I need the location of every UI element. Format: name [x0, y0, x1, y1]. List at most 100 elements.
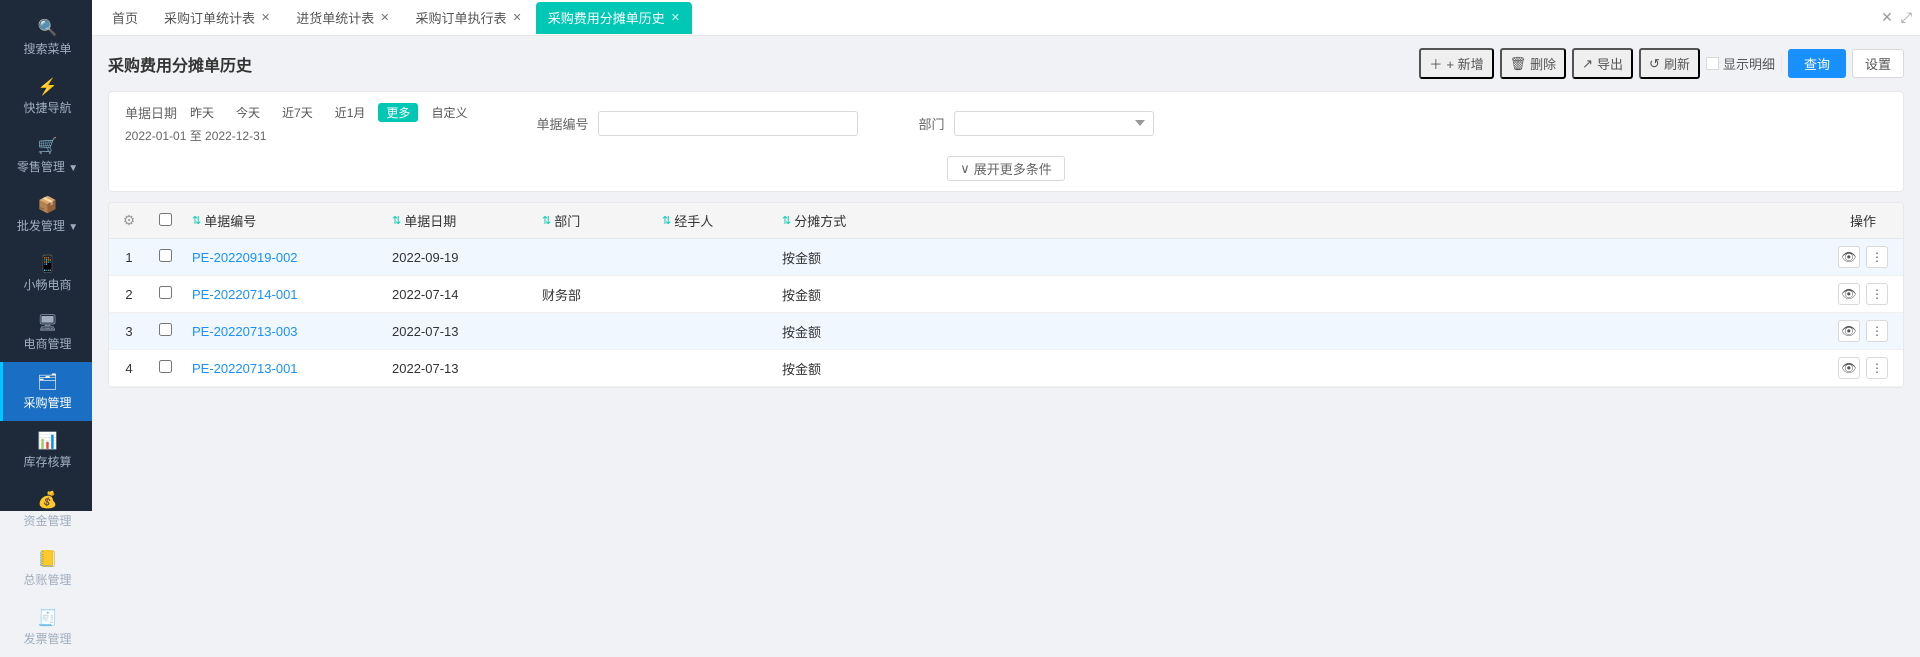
sidebar-item-search[interactable]: 🔍 搜索菜单: [0, 8, 92, 67]
date-btn-1month[interactable]: 近1月: [326, 102, 375, 123]
row-method: 按金额: [772, 239, 1823, 276]
row-seq: 1: [109, 239, 149, 276]
tab-purchase-cost-history[interactable]: 采购费用分摊单历史 ✕: [536, 2, 692, 34]
sidebar-item-ledger[interactable]: 📒 总账管理: [0, 539, 92, 598]
row-dept: 财务部: [532, 276, 652, 313]
table-body: 1 PE-20220919-002 2022-09-19 按金额 👁 ⋮ 2: [109, 239, 1903, 387]
table-row: 2 PE-20220714-001 2022-07-14 财务部 按金额 👁 ⋮: [109, 276, 1903, 313]
row-checkbox[interactable]: [159, 249, 172, 262]
date-btn-more[interactable]: 更多: [378, 103, 418, 122]
date-btn-custom[interactable]: 自定义: [422, 102, 476, 123]
close-icon[interactable]: ✕: [513, 11, 522, 24]
order-no-link[interactable]: PE-20220713-003: [192, 324, 298, 339]
order-no-input[interactable]: [598, 111, 858, 136]
sidebar-item-finance[interactable]: 💰 资金管理: [0, 480, 92, 539]
export-icon: ↗: [1582, 56, 1593, 72]
sidebar-item-retail[interactable]: 🛒 零售管理 ▼: [0, 126, 92, 185]
refresh-button[interactable]: ↺ 刷新: [1639, 48, 1700, 79]
row-seq: 3: [109, 313, 149, 350]
table: ⚙ ⇅ 单据编号 ⇅: [109, 203, 1903, 387]
view-icon[interactable]: 👁: [1838, 283, 1860, 305]
th-handler: ⇅ 经手人: [652, 203, 772, 239]
row-checkbox-cell: [149, 276, 182, 313]
setting-button[interactable]: 设置: [1852, 49, 1904, 78]
sort-icon[interactable]: ⇅: [192, 214, 201, 227]
tab-purchase-order-exec[interactable]: 采购订单执行表 ✕: [403, 2, 533, 34]
order-no-link[interactable]: PE-20220714-001: [192, 287, 298, 302]
sidebar-item-wholesale[interactable]: 📦 批发管理 ▼: [0, 185, 92, 244]
row-action: 👁 ⋮: [1823, 276, 1903, 313]
more-icon[interactable]: ⋮: [1866, 283, 1888, 305]
wholesale-icon: 📦: [7, 195, 88, 215]
row-dept: [532, 239, 652, 276]
order-no-link[interactable]: PE-20220919-002: [192, 250, 298, 265]
date-buttons: 昨天 今天 近7天 近1月 更多 自定义: [181, 102, 476, 123]
mobile-icon: 📱: [7, 254, 88, 274]
expand-row: ∨ 展开更多条件: [125, 150, 1887, 181]
view-icon[interactable]: 👁: [1838, 357, 1860, 379]
sort-icon[interactable]: ⇅: [542, 214, 551, 227]
row-checkbox[interactable]: [159, 286, 172, 299]
export-button[interactable]: ↗ 导出: [1572, 48, 1633, 79]
sort-icon[interactable]: ⇅: [662, 214, 671, 227]
row-checkbox[interactable]: [159, 360, 172, 373]
tab-bar: 首页 采购订单统计表 ✕ 进货单统计表 ✕ 采购订单执行表 ✕ 采购费用分摊单历…: [92, 0, 1920, 36]
trash-icon: 🗑: [1510, 56, 1527, 72]
more-icon[interactable]: ⋮: [1866, 320, 1888, 342]
row-checkbox-cell: [149, 350, 182, 387]
row-order-no: PE-20220919-002: [182, 239, 382, 276]
row-checkbox[interactable]: [159, 323, 172, 336]
row-handler: [652, 239, 772, 276]
table-header: ⚙ ⇅ 单据编号 ⇅: [109, 203, 1903, 239]
select-all-checkbox[interactable]: [159, 213, 172, 226]
view-icon[interactable]: 👁: [1838, 246, 1860, 268]
close-icon[interactable]: ✕: [380, 11, 389, 24]
sidebar-item-shortcut[interactable]: ⚡ 快捷导航: [0, 67, 92, 126]
delete-button[interactable]: 🗑 删除: [1500, 48, 1567, 79]
order-no-link[interactable]: PE-20220713-001: [192, 361, 298, 376]
sort-icon[interactable]: ⇅: [392, 214, 401, 227]
sidebar-item-purchase[interactable]: 🗂 采购管理: [0, 362, 92, 421]
query-button[interactable]: 查询: [1788, 49, 1846, 78]
tab-home[interactable]: 首页: [100, 2, 150, 34]
close-icon[interactable]: ✕: [261, 11, 270, 24]
more-icon[interactable]: ⋮: [1866, 246, 1888, 268]
date-range: 2022-01-01 至 2022-12-31: [125, 127, 476, 144]
table-row: 4 PE-20220713-001 2022-07-13 按金额 👁 ⋮: [109, 350, 1903, 387]
sidebar-item-inventory[interactable]: 📊 库存核算: [0, 421, 92, 480]
row-date: 2022-09-19: [382, 239, 532, 276]
tab-purchase-order-summary[interactable]: 采购订单统计表 ✕: [152, 2, 282, 34]
dept-label: 部门: [918, 114, 944, 133]
purchase-icon: 🗂: [7, 372, 88, 392]
filter-row-1: 单据日期 昨天 今天 近7天 近1月 更多 自定义 2022-01-01 至 2…: [125, 102, 1887, 144]
row-date: 2022-07-13: [382, 350, 532, 387]
maximize-window-icon[interactable]: ⤢: [1901, 9, 1912, 26]
more-icon[interactable]: ⋮: [1866, 357, 1888, 379]
sort-icon[interactable]: ⇅: [782, 214, 791, 227]
settings-gear-icon[interactable]: ⚙: [123, 212, 136, 228]
date-filter: 单据日期 昨天 今天 近7天 近1月 更多 自定义 2022-01-01 至 2…: [125, 102, 476, 144]
close-window-icon[interactable]: ✕: [1881, 9, 1893, 26]
sidebar-item-ecommerce[interactable]: 🖥 电商管理: [0, 303, 92, 362]
date-btn-7days[interactable]: 近7天: [273, 102, 322, 123]
show-detail-toggle[interactable]: 显示明细: [1706, 54, 1775, 73]
show-detail-checkbox[interactable]: [1706, 57, 1719, 70]
table-row: 3 PE-20220713-003 2022-07-13 按金额 👁 ⋮: [109, 313, 1903, 350]
expand-more-btn[interactable]: ∨ 展开更多条件: [947, 156, 1065, 181]
row-order-no: PE-20220713-003: [182, 313, 382, 350]
close-icon[interactable]: ✕: [671, 11, 680, 24]
date-btn-yesterday[interactable]: 昨天: [181, 102, 223, 123]
data-table: ⚙ ⇅ 单据编号 ⇅: [108, 202, 1904, 388]
th-order-no: ⇅ 单据编号: [182, 203, 382, 239]
chevron-down-icon: ▼: [68, 163, 78, 174]
view-icon[interactable]: 👁: [1838, 320, 1860, 342]
th-method: ⇅ 分摊方式: [772, 203, 1823, 239]
th-dept: ⇅ 部门: [532, 203, 652, 239]
sidebar-item-invoice[interactable]: 🧾 发票管理: [0, 598, 92, 657]
dept-select[interactable]: [954, 111, 1154, 136]
add-button[interactable]: ＋ + 新增: [1419, 48, 1493, 79]
tab-goods-in-summary[interactable]: 进货单统计表 ✕: [284, 2, 401, 34]
date-btn-today[interactable]: 今天: [227, 102, 269, 123]
sidebar-item-mobile[interactable]: 📱 小畅电商: [0, 244, 92, 303]
th-checkbox: [149, 203, 182, 239]
